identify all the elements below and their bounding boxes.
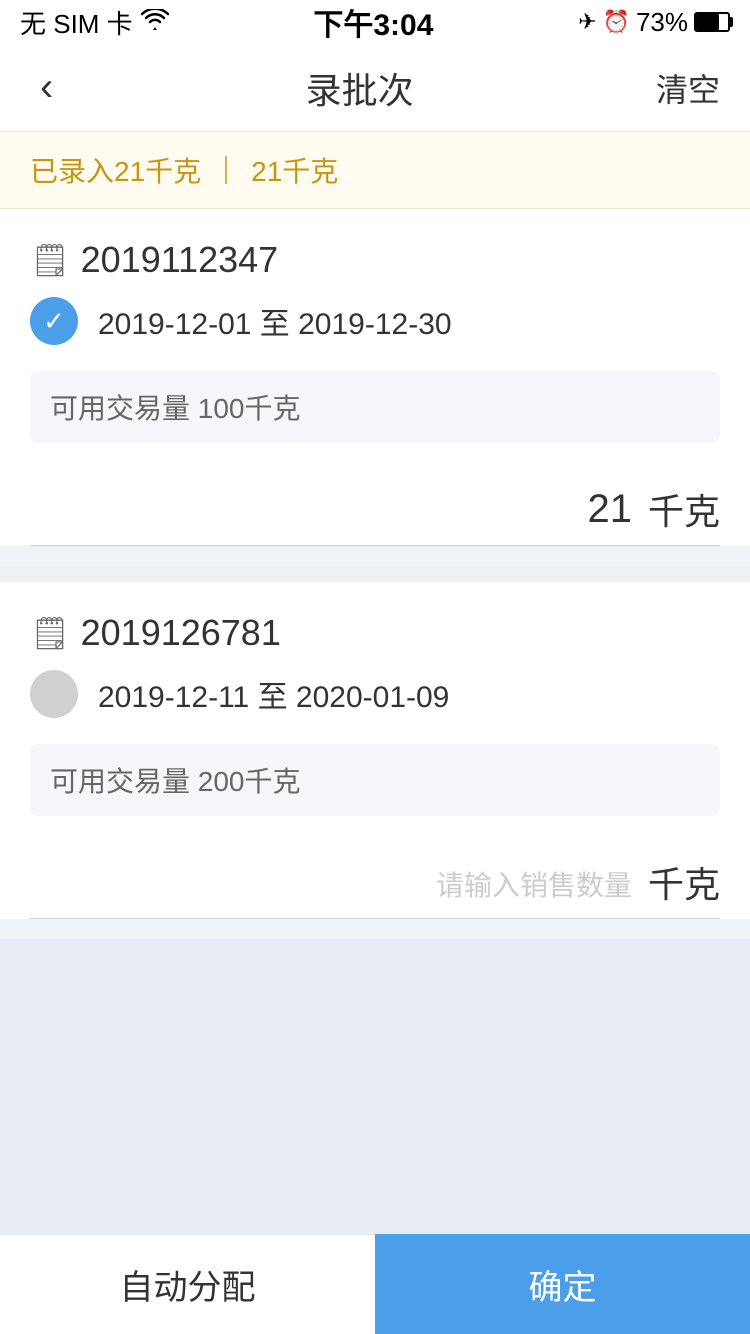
wifi-icon [141,7,169,38]
batch2-icon: 🗒 [30,614,71,652]
no-sim-label: 无 SIM 卡 [20,4,133,41]
status-left: 无 SIM 卡 [20,4,169,41]
bottom-spacer [0,939,750,1259]
check-icon: ✓ [43,306,65,337]
batch2-amount-input[interactable] [117,860,632,905]
batch2-amount-row: 千克 [0,836,750,918]
batch2-unit: 千克 [648,856,720,908]
batch1-card: 🗒 2019112347 ✓ 2019-12-01 至 2019-12-30 可… [0,209,750,546]
batch1-date-range: 2019-12-01 至 2019-12-30 [98,299,452,343]
batch1-number: 2019112347 [81,239,279,281]
batch2-header: 🗒 2019126781 [0,582,750,654]
status-bar: 无 SIM 卡 下午3:04 ✈ ⏰ 73% [0,0,750,44]
battery-label: 73% [636,7,688,38]
battery-icon [694,12,730,32]
alarm-icon: ⏰ [603,9,630,35]
nav-bar: ‹ 录批次 清空 [0,44,750,132]
back-button[interactable]: ‹ [30,55,63,120]
batch1-amount-input[interactable] [117,487,632,532]
bottom-bar: 自动分配 确定 [0,1234,750,1334]
recorded-label: 已录入21千克 [30,150,201,190]
batch1-amount-row: 千克 [0,463,750,545]
page-title: 录批次 [306,62,414,114]
batch1-unit: 千克 [648,483,720,535]
status-right: ✈ ⏰ 73% [578,7,730,38]
batch1-available: 可用交易量 100千克 [30,371,720,443]
auto-distribute-button[interactable]: 自动分配 [0,1234,375,1334]
batch2-available: 可用交易量 200千克 [30,744,720,816]
summary-divider [225,156,227,184]
batch1-select-row[interactable]: ✓ 2019-12-01 至 2019-12-30 [0,297,750,355]
clear-button[interactable]: 清空 [656,65,720,111]
summary-amount: 21千克 [251,150,338,190]
batch2-select-row[interactable]: 2019-12-11 至 2020-01-09 [0,670,750,728]
status-time: 下午3:04 [313,0,433,44]
batch2-number: 2019126781 [81,612,281,654]
confirm-button[interactable]: 确定 [375,1234,750,1334]
section-divider [0,566,750,582]
batch2-underline [30,918,720,919]
batch2-date-range: 2019-12-11 至 2020-01-09 [98,672,449,716]
summary-bar: 已录入21千克 21千克 [0,132,750,209]
batch1-icon: 🗒 [30,241,71,279]
batch1-radio[interactable]: ✓ [30,297,78,345]
batch1-underline [30,545,720,546]
batch1-header: 🗒 2019112347 [0,209,750,281]
batch2-card: 🗒 2019126781 2019-12-11 至 2020-01-09 可用交… [0,582,750,919]
batch2-radio[interactable] [30,670,78,718]
location-icon: ✈ [578,9,596,35]
